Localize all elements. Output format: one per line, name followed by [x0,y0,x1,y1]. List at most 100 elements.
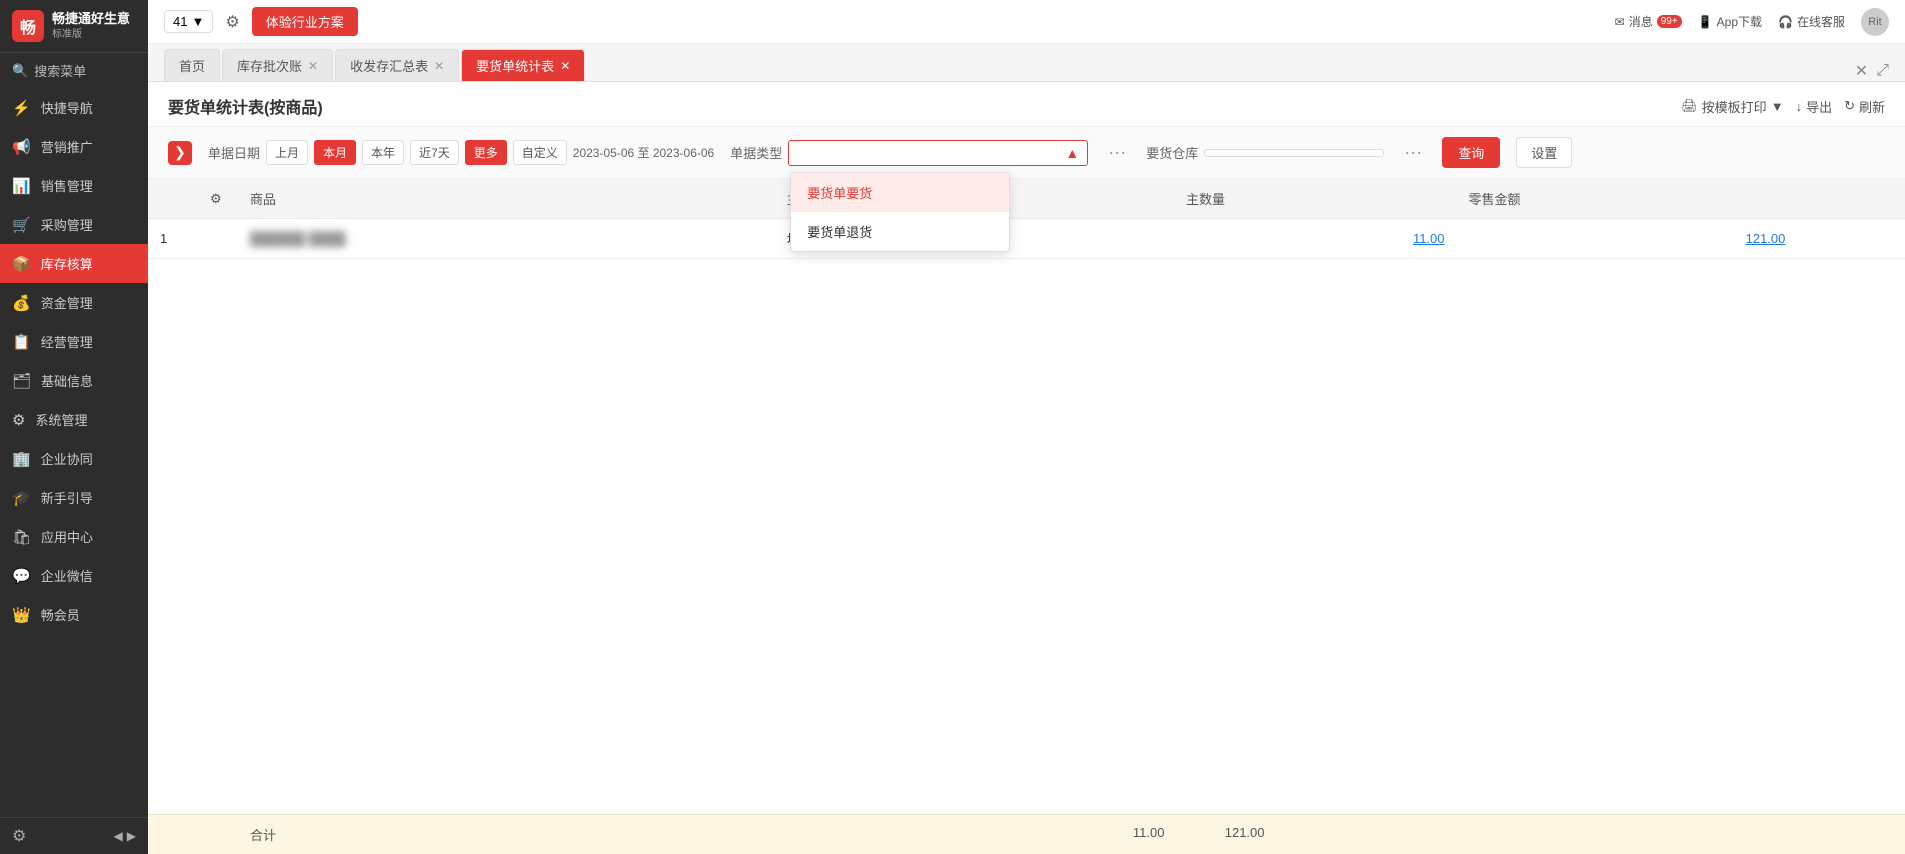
warehouse-filter-label: 要货仓库 [1146,143,1198,162]
tab-home[interactable]: 首页 [164,49,220,81]
tab-order-summary-close[interactable]: ✕ [560,59,570,73]
finance-icon: 💰 [12,294,31,312]
sidebar-item-sales[interactable]: 📊 销售管理 [0,166,148,205]
service-label: 在线客服 [1797,13,1845,30]
footer-spacer [460,825,1077,844]
guide-icon: 🎓 [12,489,31,507]
topbar-left: 41 ▼ ⚙ 体验行业方案 [164,7,358,36]
date-range-display: 2023-05-06 至 2023-06-06 [573,144,714,161]
page-header: 要货单统计表(按商品) 🖨 按模板打印 ▼ ↓ 导出 ↻ 刷新 [148,82,1905,127]
message-button[interactable]: ✉ 消息 99+ [1615,13,1682,30]
quantity-link[interactable]: 11.00 [1413,231,1445,246]
sidebar-item-appstore[interactable]: 🛍 应用中心 [0,517,148,556]
type-select-arrow[interactable]: ▲ [1057,141,1087,165]
sidebar-item-label: 经营管理 [41,332,93,351]
sidebar-item-purchase[interactable]: 🛒 采购管理 [0,205,148,244]
type-filter-label: 单据类型 [730,143,782,162]
export-button[interactable]: ↓ 导出 [1796,97,1833,116]
tab-inventory-batch[interactable]: 库存批次账 ✕ [222,49,333,81]
sidebar-item-finance[interactable]: 💰 资金管理 [0,283,148,322]
maximize-window-icon[interactable]: ⤢ [1876,62,1889,80]
warehouse-select[interactable] [1204,149,1384,157]
footer-label: 合计 [160,825,460,844]
store-selector[interactable]: 41 ▼ [164,10,213,33]
dropdown-item-yaohuo[interactable]: 要货单要货 [791,173,1009,212]
sidebar-item-quick-nav[interactable]: ⚡ 快捷导航 [0,88,148,127]
logo-sub: 标准版 [52,28,130,41]
export-label: 导出 [1806,97,1832,116]
setting-button[interactable]: 设置 [1516,137,1572,168]
sidebar-item-label: 营销推广 [41,137,93,156]
message-badge: 99+ [1657,15,1682,28]
sidebar-item-marketing[interactable]: 📢 营销推广 [0,127,148,166]
search-button[interactable]: 查询 [1442,137,1500,168]
sidebar-item-guide[interactable]: 🎓 新手引导 [0,478,148,517]
dropdown-item-tuihuo[interactable]: 要货单退货 [791,212,1009,251]
date-this-year-button[interactable]: 本年 [362,140,404,165]
date-more-button[interactable]: 更多 [465,140,507,165]
sidebar-item-enterprise[interactable]: 🏢 企业协同 [0,439,148,478]
amount-link[interactable]: 121.00 [1746,231,1786,246]
sidebar-item-operations[interactable]: 📋 经营管理 [0,322,148,361]
date-custom-button[interactable]: 自定义 [513,140,567,165]
system-icon: ⚙ [12,411,25,429]
column-settings-icon[interactable]: ⚙ [210,191,222,206]
collapse-icon: ◀ [114,829,123,843]
sidebar-item-label: 采购管理 [41,215,93,234]
sidebar-item-basic[interactable]: 🗂 基础信息 [0,361,148,400]
tab-inventory-batch-label: 库存批次账 [237,56,302,75]
customer-service-button[interactable]: 🎧 在线客服 [1778,13,1845,30]
type-dropdown: 要货单要货 要货单退货 [790,172,1010,252]
tab-receivable-summary-close[interactable]: ✕ [434,59,444,73]
type-filter-select[interactable]: ▲ [788,140,1088,166]
close-window-icon[interactable]: ✕ [1855,61,1868,81]
sidebar-item-vip[interactable]: 👑 畅会员 [0,595,148,634]
refresh-button[interactable]: ↻ 刷新 [1844,97,1885,116]
th-settings[interactable]: ⚙ [198,179,238,219]
user-avatar[interactable]: Rit [1861,8,1889,36]
basic-icon: 🗂 [12,372,31,390]
search-menu-label: 搜索菜单 [34,61,86,80]
tab-inventory-batch-close[interactable]: ✕ [308,59,318,73]
th-amount: 零售金额 [1457,179,1798,219]
sidebar-collapse-button[interactable]: ◀ ▶ [114,829,136,843]
refresh-icon: ↻ [1844,98,1855,114]
topbar-gear-button[interactable]: ⚙ [225,12,239,32]
page-title: 要货单统计表(按商品) [168,94,323,118]
footer-quantity: 11.00 [1077,825,1177,844]
sidebar-item-inventory[interactable]: 📦 库存核算 [0,244,148,283]
print-button[interactable]: 🖨 按模板打印 ▼ [1681,97,1783,116]
table-row: 1 ██████ ████ 块 11.00 121.00 [148,219,1905,259]
filter-more-button[interactable]: ··· [1104,142,1130,163]
warehouse-filter-group: 要货仓库 [1146,143,1384,162]
sidebar-item-label: 快捷导航 [41,98,93,117]
sidebar-item-system[interactable]: ⚙ 系统管理 [0,400,148,439]
service-icon: 🎧 [1778,15,1793,29]
settings-icon[interactable]: ⚙ [12,826,26,846]
app-download-button[interactable]: 📱 App下载 [1698,13,1762,30]
dropdown-icon: ▼ [191,14,204,29]
td-row-num: 1 [148,219,198,259]
print-dropdown-icon: ▼ [1771,99,1784,114]
message-label: 消息 [1629,13,1653,30]
warehouse-more-button[interactable]: ··· [1400,142,1426,163]
table-header: ⚙ 商品 主计量单位 主数量 零售金额 [148,179,1905,219]
tabs-bar: 首页 库存批次账 ✕ 收发存汇总表 ✕ 要货单统计表 ✕ ✕ ⤢ [148,44,1905,82]
sidebar-item-wecom[interactable]: 💬 企业微信 [0,556,148,595]
filter-expand-button[interactable]: ❯ [168,141,192,165]
search-icon: 🔍 [12,63,28,79]
type-select-input[interactable] [789,141,1057,164]
date-this-month-button[interactable]: 本月 [314,140,356,165]
store-name: 41 [173,14,187,29]
date-last7-button[interactable]: 近7天 [410,140,459,165]
search-menu-button[interactable]: 🔍 搜索菜单 [0,53,148,88]
table-footer: 合计 11.00 121.00 [148,814,1905,854]
main-area: 41 ▼ ⚙ 体验行业方案 ✉ 消息 99+ 📱 App下载 🎧 在线客服 Ri… [148,0,1905,854]
date-last-month-button[interactable]: 上月 [266,140,308,165]
trial-button[interactable]: 体验行业方案 [252,7,358,36]
tab-order-summary[interactable]: 要货单统计表 ✕ [461,49,585,81]
enterprise-icon: 🏢 [12,450,31,468]
wecom-icon: 💬 [12,567,31,585]
app-icon: 📱 [1698,15,1713,29]
tab-receivable-summary[interactable]: 收发存汇总表 ✕ [335,49,459,81]
